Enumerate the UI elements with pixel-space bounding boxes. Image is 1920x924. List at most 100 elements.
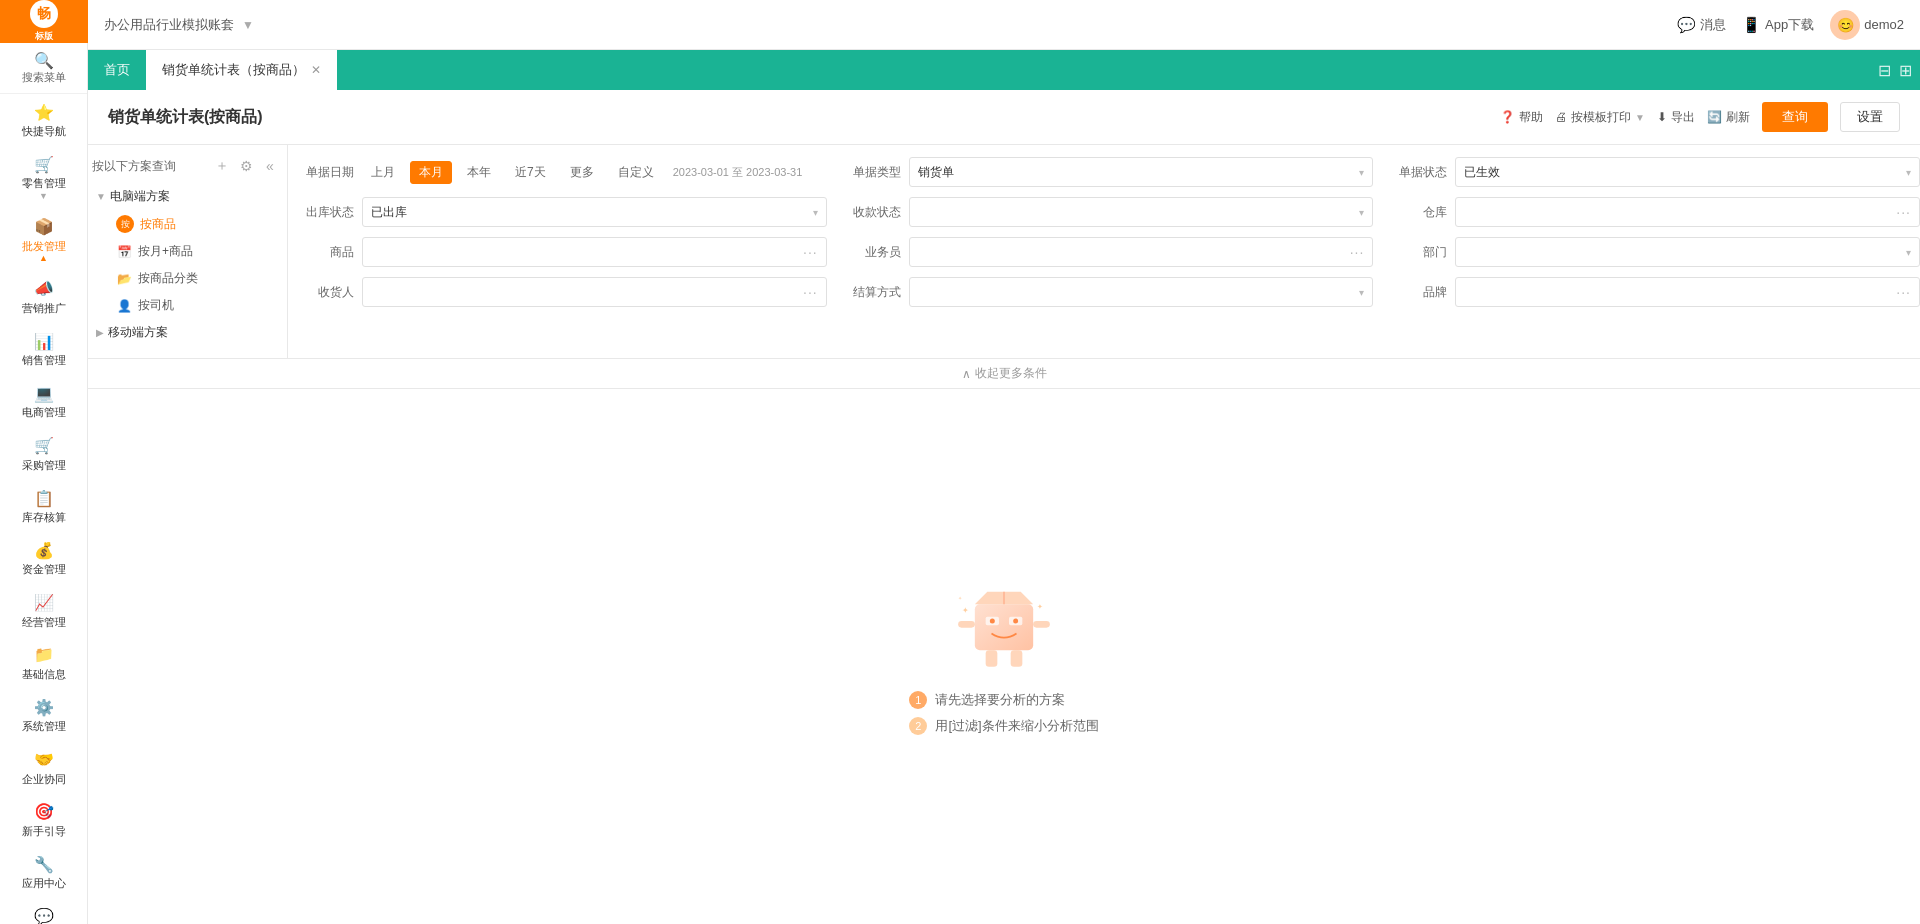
scheme-item-by-driver[interactable]: 👤 按司机 — [88, 292, 287, 319]
svg-rect-9 — [1011, 650, 1023, 667]
settlement-input[interactable]: ▾ — [909, 277, 1374, 307]
scheme-month-icon: 📅 — [116, 244, 132, 260]
svg-point-4 — [990, 618, 995, 623]
scheme-item-by-month-goods[interactable]: 📅 按月+商品 — [88, 238, 287, 265]
scheme-group-mobile: ▶ 移动端方案 — [88, 319, 287, 346]
date-tag-this-year[interactable]: 本年 — [458, 161, 500, 184]
app-logo[interactable]: 畅 标版 — [0, 0, 88, 43]
empty-hint-2: 2 用[过滤]条件来缩小分析范围 — [909, 717, 1098, 735]
scheme-category-icon: 📂 — [116, 271, 132, 287]
sidebar-item-sales[interactable]: 📊 销售管理 — [0, 323, 87, 375]
date-filter: 上月 本月 本年 近7天 更多 自定义 2023-03-01 至 2023-03… — [362, 161, 802, 184]
salesperson-input[interactable]: ··· — [909, 237, 1374, 267]
scheme-group-mobile-header[interactable]: ▶ 移动端方案 — [88, 319, 287, 346]
svg-text:✦: ✦ — [962, 604, 969, 614]
filter-row-2: 出库状态 已出库 ▾ 收款状态 ▾ — [304, 197, 1920, 227]
sidebar-item-enterprise[interactable]: 🤝 企业协同 — [0, 742, 87, 794]
sidebar-item-operations[interactable]: 📈 经营管理 — [0, 585, 87, 637]
page-header: 销货单统计表(按商品) ❓ 帮助 🖨 按模板打印 ▼ ⬇ 导出 🔄 刷新 — [88, 90, 1920, 145]
tab-minimize-icon[interactable]: ⊟ — [1878, 61, 1891, 80]
goods-input[interactable]: ··· — [362, 237, 827, 267]
sidebar-item-purchase[interactable]: 🛒 采购管理 — [0, 428, 87, 480]
out-status-input[interactable]: 已出库 ▾ — [362, 197, 827, 227]
filter-field-doc-status: 单据状态 已生效 ▾ — [1397, 157, 1920, 187]
scheme-driver-icon: 👤 — [116, 298, 132, 314]
avatar: 😊 — [1830, 10, 1860, 40]
refresh-btn[interactable]: 🔄 刷新 — [1707, 109, 1750, 126]
sidebar-item-finance[interactable]: 💰 资金管理 — [0, 532, 87, 584]
svg-point-5 — [1013, 618, 1018, 623]
sidebar-item-marketing[interactable]: 📣 营销推广 — [0, 271, 87, 323]
tab-current[interactable]: 销货单统计表（按商品） ✕ — [146, 50, 337, 90]
app-download-btn[interactable]: 📱 App下载 — [1742, 16, 1814, 34]
sidebar-item-retail[interactable]: 🛒 零售管理 ▼ — [0, 146, 87, 208]
svg-rect-0 — [975, 604, 1033, 650]
settings-button[interactable]: 设置 — [1840, 102, 1900, 132]
empty-illustration: ✦ ✦ ✦ — [954, 571, 1054, 671]
main-area: 办公用品行业模拟账套 ▼ 💬 消息 📱 App下载 😊 demo2 首页 — [88, 0, 1920, 924]
app-subtitle: 标版 — [35, 30, 53, 43]
filter-field-brand: 品牌 ··· — [1397, 277, 1920, 307]
message-btn[interactable]: 💬 消息 — [1677, 16, 1726, 34]
filter-row-4: 收货人 ··· 结算方式 ▾ — [304, 277, 1920, 307]
workspace-dropdown-icon[interactable]: ▼ — [242, 18, 254, 32]
sidebar-item-ecommerce[interactable]: 💻 电商管理 — [0, 375, 87, 427]
chevron-down-icon: ▾ — [1359, 287, 1364, 298]
sidebar: 畅 标版 🔍 搜索菜单 ⭐ 快捷导航 🛒 零售管理 ▼ 📦 批发管理 ▲ 📣 营… — [0, 0, 88, 924]
chevron-down-icon: ▾ — [1906, 167, 1911, 178]
filter-field-settlement: 结算方式 ▾ — [851, 277, 1374, 307]
tab-close-icon[interactable]: ✕ — [311, 63, 321, 77]
date-tag-custom[interactable]: 自定义 — [609, 161, 663, 184]
empty-hint-1: 1 请先选择要分析的方案 — [909, 691, 1098, 709]
date-tag-this-month[interactable]: 本月 — [410, 161, 452, 184]
date-range-display: 2023-03-01 至 2023-03-31 — [673, 165, 803, 180]
svg-text:✦: ✦ — [1037, 602, 1043, 609]
sidebar-item-guide[interactable]: 🎯 新手引导 — [0, 794, 87, 846]
scheme-group-pc-header[interactable]: ▼ 电脑端方案 — [88, 183, 287, 210]
sidebar-item-quicknav[interactable]: ⭐ 快捷导航 — [0, 94, 87, 146]
payment-status-input[interactable]: ▾ — [909, 197, 1374, 227]
sidebar-item-appcenter[interactable]: 🔧 应用中心 — [0, 846, 87, 898]
dots-icon: ··· — [1896, 204, 1911, 220]
empty-state: ✦ ✦ ✦ 1 请先选择要分析的方案 2 用[过滤]条件来缩小分析范围 — [88, 389, 1920, 924]
scheme-item-by-goods[interactable]: 按 按商品 — [88, 210, 287, 238]
print-btn[interactable]: 🖨 按模板打印 ▼ — [1555, 109, 1645, 126]
svg-rect-8 — [986, 650, 998, 667]
warehouse-input[interactable]: ··· — [1455, 197, 1920, 227]
help-btn[interactable]: ❓ 帮助 — [1500, 109, 1543, 126]
topbar-right: 💬 消息 📱 App下载 😊 demo2 — [1677, 10, 1904, 40]
date-tag-7days[interactable]: 近7天 — [506, 161, 555, 184]
sidebar-item-system[interactable]: ⚙️ 系统管理 — [0, 689, 87, 741]
svg-rect-6 — [958, 621, 975, 628]
tab-home[interactable]: 首页 — [88, 50, 146, 90]
sidebar-item-weixin[interactable]: 💬 企业微信 — [0, 898, 87, 924]
export-btn[interactable]: ⬇ 导出 — [1657, 109, 1695, 126]
dots-icon: ··· — [803, 244, 818, 260]
filter-field-receiver: 收货人 ··· — [304, 277, 827, 307]
user-profile[interactable]: 😊 demo2 — [1830, 10, 1904, 40]
doc-status-input[interactable]: 已生效 ▾ — [1455, 157, 1920, 187]
scheme-settings-icon[interactable]: ⚙ — [237, 157, 255, 175]
tab-maximize-icon[interactable]: ⊞ — [1899, 61, 1912, 80]
sidebar-item-search[interactable]: 🔍 搜索菜单 — [0, 43, 87, 94]
date-tag-last-month[interactable]: 上月 — [362, 161, 404, 184]
collapse-bar[interactable]: ∧ 收起更多条件 — [88, 359, 1920, 389]
receiver-input[interactable]: ··· — [362, 277, 827, 307]
sidebar-item-wholesale[interactable]: 📦 批发管理 ▲ — [0, 209, 87, 271]
scheme-item-by-category[interactable]: 📂 按商品分类 — [88, 265, 287, 292]
brand-input[interactable]: ··· — [1455, 277, 1920, 307]
workspace-title: 办公用品行业模拟账套 — [104, 16, 234, 34]
scheme-collapse-icon[interactable]: « — [261, 157, 279, 175]
sidebar-item-basics[interactable]: 📁 基础信息 — [0, 637, 87, 689]
topbar: 办公用品行业模拟账套 ▼ 💬 消息 📱 App下载 😊 demo2 — [88, 0, 1920, 50]
date-tag-more[interactable]: 更多 — [561, 161, 603, 184]
hint-number-1: 1 — [909, 691, 927, 709]
sidebar-item-inventory[interactable]: 📋 库存核算 — [0, 480, 87, 532]
scheme-add-icon[interactable]: ＋ — [213, 157, 231, 175]
dept-input[interactable]: ▾ — [1455, 237, 1920, 267]
doc-type-input[interactable]: 销货单 ▾ — [909, 157, 1374, 187]
hint-number-2: 2 — [909, 717, 927, 735]
query-button[interactable]: 查询 — [1762, 102, 1828, 132]
svg-rect-7 — [1033, 621, 1050, 628]
filter-field-doc-type: 单据类型 销货单 ▾ — [851, 157, 1374, 187]
